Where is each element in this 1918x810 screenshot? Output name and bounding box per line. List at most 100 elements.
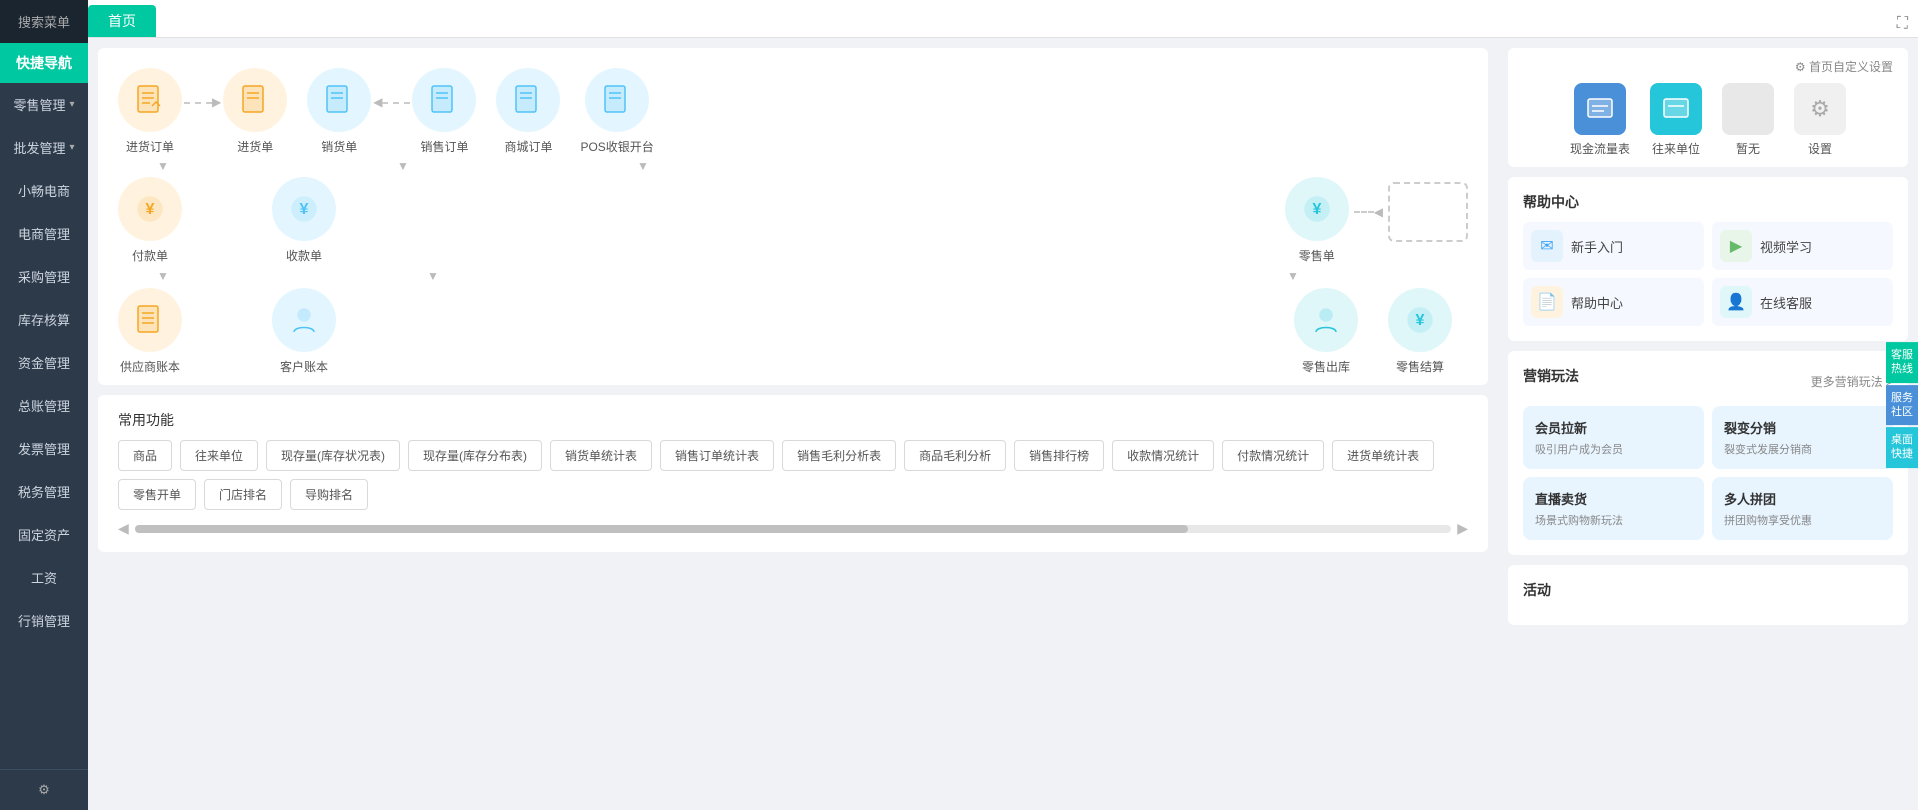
marketing-header: 营销玩法 更多营销玩法 > bbox=[1523, 366, 1893, 396]
func-btn-receipt-stat[interactable]: 收款情况统计 bbox=[1112, 440, 1214, 471]
marketing-title: 营销玩法 bbox=[1523, 366, 1579, 386]
scroll-track bbox=[135, 525, 1451, 533]
marketing-live[interactable]: 直播卖货 场景式购物新玩法 bbox=[1523, 477, 1704, 540]
sidebar: 搜索菜单 快捷导航 零售管理▾ 批发管理▾ 小畅电商 电商管理 采购管理 库存核… bbox=[0, 0, 88, 810]
chevron-down-icon: ▾ bbox=[69, 142, 74, 153]
sidebar-settings[interactable]: ⚙ bbox=[0, 769, 88, 810]
node-sales-order[interactable]: 销售订单 bbox=[412, 68, 476, 155]
qa-cashflow[interactable]: 现金流量表 bbox=[1570, 83, 1630, 157]
sidebar-item-ecommerce[interactable]: 电商管理 bbox=[0, 212, 88, 255]
node-retail[interactable]: ¥ 零售单 bbox=[1285, 177, 1349, 264]
expand-icon[interactable]: ⛶ bbox=[1897, 15, 1908, 37]
settings-icon: ⚙ bbox=[1794, 83, 1846, 135]
partner-icon bbox=[1650, 83, 1702, 135]
more-marketing-link[interactable]: 更多营销玩法 > bbox=[1811, 373, 1893, 390]
sidebar-nav-label: 快捷导航 bbox=[0, 43, 88, 83]
chevron-down-icon: ▾ bbox=[69, 99, 74, 110]
node-purchase[interactable]: 进货单 bbox=[223, 68, 287, 155]
sidebar-item-ecommerce-small[interactable]: 小畅电商 bbox=[0, 169, 88, 212]
func-btn-store-rank[interactable]: 门店排名 bbox=[204, 479, 282, 510]
node-sales[interactable]: 销货单 bbox=[307, 68, 371, 155]
qa-partner[interactable]: 往来单位 bbox=[1650, 83, 1702, 157]
left-panel: 进货订单 ▶ 进货单 bbox=[88, 38, 1498, 810]
content-area: 进货订单 ▶ 进货单 bbox=[88, 38, 1918, 810]
sidebar-item-inventory[interactable]: 库存核算 bbox=[0, 298, 88, 341]
sidebar-item-salary[interactable]: 工资 bbox=[0, 556, 88, 599]
func-btn-guide-rank[interactable]: 导购排名 bbox=[290, 479, 368, 510]
qa-icons-row: 现金流量表 往来单位 暂无 ⚙ bbox=[1523, 83, 1893, 157]
node-retail-settle[interactable]: ¥ 零售结算 bbox=[1388, 288, 1452, 375]
customize-link[interactable]: 首页自定义设置 bbox=[1795, 58, 1893, 75]
gear-icon: ⚙ bbox=[38, 782, 50, 797]
workflow-card: 进货订单 ▶ 进货单 bbox=[98, 48, 1488, 385]
sidebar-item-tax[interactable]: 税务管理 bbox=[0, 470, 88, 513]
activity: 活动 bbox=[1508, 565, 1908, 625]
tab-home[interactable]: 首页 bbox=[88, 5, 156, 37]
func-btn-sales-stat[interactable]: 销货单统计表 bbox=[550, 440, 652, 471]
sidebar-item-wholesale[interactable]: 批发管理▾ bbox=[0, 126, 88, 169]
node-mall-order[interactable]: 商城订单 bbox=[496, 68, 560, 155]
func-btn-payment-stat[interactable]: 付款情况统计 bbox=[1222, 440, 1324, 471]
node-customer-ledger[interactable]: 客户账本 bbox=[272, 288, 336, 375]
marketing-group[interactable]: 多人拼团 拼团购物享受优惠 bbox=[1712, 477, 1893, 540]
qa-empty[interactable]: 暂无 bbox=[1722, 83, 1774, 157]
func-btn-partner[interactable]: 往来单位 bbox=[180, 440, 258, 471]
sidebar-item-retail[interactable]: 零售管理▾ bbox=[0, 83, 88, 126]
float-buttons: 客服 热线 服务 社区 桌面 快捷 bbox=[1886, 342, 1918, 468]
node-payment[interactable]: ¥ 付款单 bbox=[118, 177, 182, 264]
sidebar-item-invoice[interactable]: 发票管理 bbox=[0, 427, 88, 470]
func-btn-stock2[interactable]: 现存量(库存分布表) bbox=[408, 440, 542, 471]
scroll-thumb[interactable] bbox=[135, 525, 1188, 533]
func-grid: 商品 往来单位 现存量(库存状况表) 现存量(库存分布表) 销货单统计表 销售订… bbox=[118, 440, 1468, 510]
func-btn-product[interactable]: 商品 bbox=[118, 440, 172, 471]
node-pos[interactable]: POS收银开台 bbox=[580, 68, 653, 155]
quick-access: 首页自定义设置 现金流量表 往来单位 bbox=[1508, 48, 1908, 167]
func-btn-stock1[interactable]: 现存量(库存状况表) bbox=[266, 440, 400, 471]
svg-text:¥: ¥ bbox=[1312, 201, 1321, 218]
func-btn-retail-order[interactable]: 零售开单 bbox=[118, 479, 196, 510]
qa-settings[interactable]: ⚙ 设置 bbox=[1794, 83, 1846, 157]
sidebar-item-assets[interactable]: 固定资产 bbox=[0, 513, 88, 556]
svg-text:¥: ¥ bbox=[146, 201, 155, 218]
func-btn-sales-order-stat[interactable]: 销售订单统计表 bbox=[660, 440, 774, 471]
float-btn-desktop[interactable]: 桌面 快捷 bbox=[1886, 427, 1918, 468]
main-area: 首页 ⛶ 进货订单 bbox=[88, 0, 1918, 810]
func-btn-product-margin[interactable]: 商品毛利分析 bbox=[904, 440, 1006, 471]
help-center: 帮助中心 ✉ 新手入门 ▶ 视频学习 📄 帮助中心 👤 bbox=[1508, 177, 1908, 341]
scroll-right-btn[interactable]: ▶ bbox=[1457, 520, 1468, 537]
common-functions-title: 常用功能 bbox=[118, 410, 1468, 430]
marketing-grid: 会员拉新 吸引用户成为会员 裂变分销 裂变式发展分销商 直播卖货 场景式购物新玩… bbox=[1523, 406, 1893, 540]
node-supplier-ledger[interactable]: 供应商账本 bbox=[118, 288, 182, 375]
beginner-icon: ✉ bbox=[1531, 230, 1563, 262]
help-item-video[interactable]: ▶ 视频学习 bbox=[1712, 222, 1893, 270]
help-item-beginner[interactable]: ✉ 新手入门 bbox=[1523, 222, 1704, 270]
node-receipt[interactable]: ¥ 收款单 bbox=[272, 177, 336, 264]
node-retail-out[interactable]: 零售出库 bbox=[1294, 288, 1358, 375]
sidebar-item-finance[interactable]: 资金管理 bbox=[0, 341, 88, 384]
float-btn-community[interactable]: 服务 社区 bbox=[1886, 385, 1918, 426]
marketing-fission[interactable]: 裂变分销 裂变式发展分销商 bbox=[1712, 406, 1893, 469]
support-icon: 👤 bbox=[1720, 286, 1752, 318]
sidebar-item-purchase[interactable]: 采购管理 bbox=[0, 255, 88, 298]
func-btn-margin[interactable]: 销售毛利分析表 bbox=[782, 440, 896, 471]
search-menu[interactable]: 搜索菜单 bbox=[0, 0, 88, 43]
activity-title: 活动 bbox=[1523, 580, 1893, 600]
sidebar-item-sales-mgmt[interactable]: 行销管理 bbox=[0, 599, 88, 642]
sidebar-item-ledger[interactable]: 总账管理 bbox=[0, 384, 88, 427]
cashflow-icon bbox=[1574, 83, 1626, 135]
empty-icon bbox=[1722, 83, 1774, 135]
marketing: 营销玩法 更多营销玩法 > 会员拉新 吸引用户成为会员 裂变分销 裂变式发展分销… bbox=[1508, 351, 1908, 555]
video-icon: ▶ bbox=[1720, 230, 1752, 262]
help-icon: 📄 bbox=[1531, 286, 1563, 318]
marketing-member[interactable]: 会员拉新 吸引用户成为会员 bbox=[1523, 406, 1704, 469]
func-btn-purchase-stat[interactable]: 进货单统计表 bbox=[1332, 440, 1434, 471]
help-item-support[interactable]: 👤 在线客服 bbox=[1712, 278, 1893, 326]
svg-text:¥: ¥ bbox=[300, 201, 309, 218]
node-purchase-order[interactable]: 进货订单 bbox=[118, 68, 182, 155]
help-item-help[interactable]: 📄 帮助中心 bbox=[1523, 278, 1704, 326]
help-center-title: 帮助中心 bbox=[1523, 192, 1893, 212]
common-functions: 常用功能 商品 往来单位 现存量(库存状况表) 现存量(库存分布表) 销货单统计… bbox=[98, 395, 1488, 552]
func-btn-ranking[interactable]: 销售排行榜 bbox=[1014, 440, 1104, 471]
scroll-left-btn[interactable]: ◀ bbox=[118, 520, 129, 537]
float-btn-support[interactable]: 客服 热线 bbox=[1886, 342, 1918, 383]
